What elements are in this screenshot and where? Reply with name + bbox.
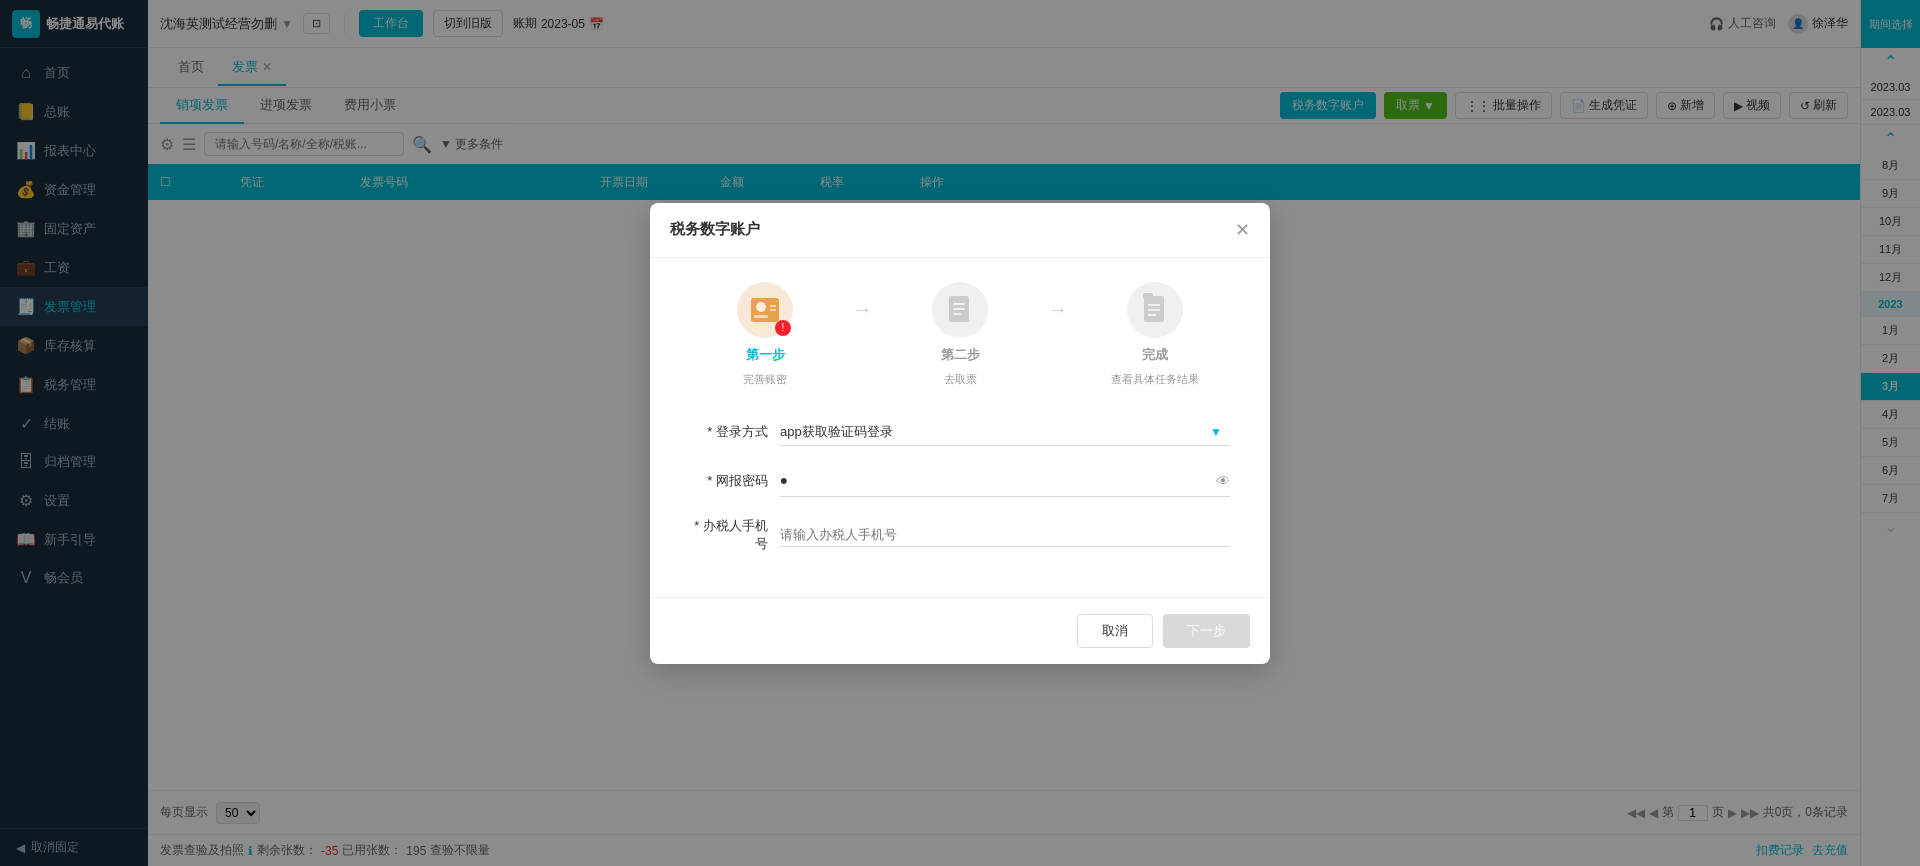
toggle-password-icon[interactable]: 👁	[1216, 473, 1230, 489]
dialog-title: 税务数字账户	[670, 220, 760, 239]
step-1-label: 第一步	[746, 346, 785, 364]
step-1-sub: 完善账密	[743, 372, 787, 387]
modal-overlay: 税务数字账户 ✕ !	[0, 0, 1920, 866]
svg-rect-2	[754, 315, 768, 318]
cancel-btn[interactable]: 取消	[1077, 614, 1153, 648]
tax-digital-dialog: 税务数字账户 ✕ !	[650, 203, 1270, 664]
step-2-icon	[932, 282, 988, 338]
arrow-1: →	[840, 282, 885, 321]
login-method-value: app获取验证码登录	[780, 423, 1204, 441]
next-btn[interactable]: 下一步	[1163, 614, 1250, 648]
document-svg	[943, 293, 977, 327]
dialog-body: ! 第一步 完善账密 →	[650, 258, 1270, 597]
arrow-2: →	[1035, 282, 1080, 321]
step-1: ! 第一步 完善账密	[690, 282, 840, 387]
login-method-select[interactable]: app获取验证码登录 ▼	[780, 419, 1230, 446]
step-3-sub: 查看具体任务结果	[1111, 372, 1199, 387]
step-3-icon	[1127, 282, 1183, 338]
phone-row: * 办税人手机号	[690, 517, 1230, 553]
phone-input[interactable]	[780, 523, 1230, 547]
svg-rect-8	[953, 313, 961, 315]
svg-rect-7	[953, 308, 965, 310]
step-1-icon: !	[737, 282, 793, 338]
steps-container: ! 第一步 完善账密 →	[690, 282, 1230, 387]
password-dots: •	[780, 470, 1216, 492]
dialog-close-btn[interactable]: ✕	[1235, 219, 1250, 241]
dialog-footer: 取消 下一步	[650, 597, 1270, 664]
step-2-label: 第二步	[941, 346, 980, 364]
step-3-label: 完成	[1142, 346, 1168, 364]
svg-rect-3	[770, 305, 776, 307]
phone-label: * 办税人手机号	[690, 517, 780, 553]
password-field-container: • 👁	[780, 466, 1230, 497]
svg-rect-13	[1143, 293, 1153, 299]
step-3: 完成 查看具体任务结果	[1080, 282, 1230, 387]
svg-rect-6	[953, 303, 965, 305]
password-row: * 网报密码 • 👁	[690, 466, 1230, 497]
login-method-row: * 登录方式 app获取验证码登录 ▼	[690, 419, 1230, 446]
login-method-arrow-icon: ▼	[1210, 425, 1222, 439]
password-label: * 网报密码	[690, 472, 780, 490]
svg-rect-4	[770, 309, 776, 311]
dialog-header: 税务数字账户 ✕	[650, 203, 1270, 258]
svg-point-1	[756, 302, 766, 312]
checklist-svg	[1138, 293, 1172, 327]
step-1-error-badge: !	[775, 320, 791, 336]
step-2-sub: 去取票	[944, 372, 977, 387]
step-2: 第二步 去取票	[885, 282, 1035, 387]
login-method-label: * 登录方式	[690, 423, 780, 441]
